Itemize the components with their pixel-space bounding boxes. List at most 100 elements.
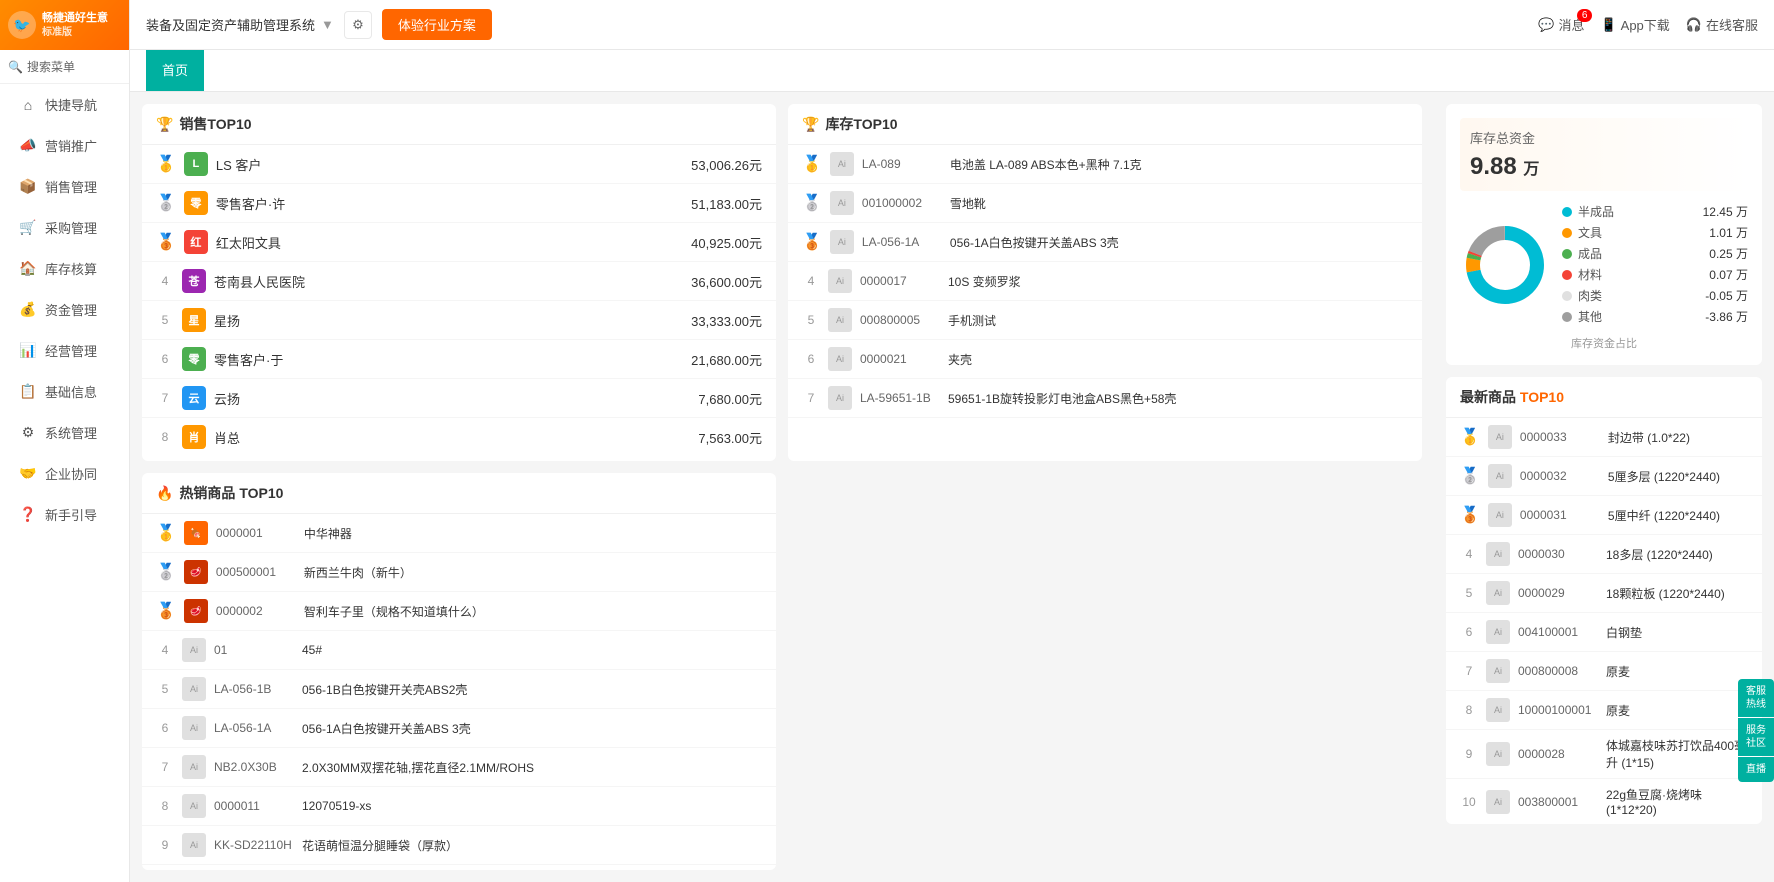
donut-section: 半成品 12.45 万 文具 1.01 万 成品 0.25 万 bbox=[1460, 203, 1748, 329]
product-thumb: Ai bbox=[1486, 581, 1510, 605]
rank-medal: 🥇 bbox=[156, 523, 176, 543]
product-thumb: Ai bbox=[1486, 790, 1510, 814]
nav-purchase-icon: 🛒 bbox=[19, 219, 37, 236]
sidebar-item-coop[interactable]: 🤝 企业协同 bbox=[0, 453, 129, 494]
sidebar-item-marketing[interactable]: 📣 营销推广 bbox=[0, 125, 129, 166]
dropdown-arrow[interactable]: ▼ bbox=[321, 17, 334, 32]
online-service-button[interactable]: 🎧 在线客服 bbox=[1686, 15, 1758, 34]
sidebar-item-finance[interactable]: 💰 资金管理 bbox=[0, 289, 129, 330]
product-thumb: Ai bbox=[828, 269, 852, 293]
customer-avatar: 肖 bbox=[182, 425, 206, 449]
rank-medal: 🥉 bbox=[1460, 505, 1480, 525]
sidebar-item-purchase[interactable]: 🛒 采购管理 bbox=[0, 207, 129, 248]
nav-operation-icon: 📊 bbox=[19, 342, 37, 359]
settings-button[interactable]: ⚙ bbox=[344, 11, 372, 39]
list-item: 7 Ai LA-59651-1B 59651-1B旋转投影灯电池盒ABS黑色+5… bbox=[788, 379, 1422, 418]
sidebar-item-sales[interactable]: 📦 销售管理 bbox=[0, 166, 129, 207]
legend-dot bbox=[1562, 312, 1572, 322]
rank-medal: 🥇 bbox=[1460, 427, 1480, 447]
top-customers-panel: 🏆 销售TOP10 🥇 L LS 客户 53,006.26元 🥈 零 零售客户·… bbox=[142, 104, 776, 461]
rank-medal: 🥇 bbox=[802, 154, 822, 174]
product-thumb: Ai bbox=[1486, 542, 1510, 566]
trial-button[interactable]: 体验行业方案 bbox=[382, 9, 492, 40]
rank-medal: 🥈 bbox=[156, 562, 176, 582]
list-item: 7 Ai NB2.0X30B 2.0X30MM双摆花轴,摆花直径2.1MM/RO… bbox=[142, 748, 776, 787]
list-item: 🥉 Ai 0000031 5厘中纤 (1220*2440) bbox=[1446, 496, 1762, 535]
sidebar-item-quick[interactable]: ⌂ 快捷导航 bbox=[0, 84, 129, 125]
list-item: 8 Ai 10000100001 原麦 bbox=[1446, 691, 1762, 730]
list-item: 10 Ai 003800001 22g鱼豆腐·烧烤味 (1*12*20) bbox=[1446, 779, 1762, 824]
donut-chart bbox=[1460, 220, 1550, 313]
legend-item: 文具 1.01 万 bbox=[1562, 224, 1748, 241]
float-community-button[interactable]: 服务社区 bbox=[1738, 718, 1774, 756]
list-item: 4 苍 苍南县人民医院 36,600.00元 bbox=[142, 262, 776, 301]
logo-icon: 🐦 bbox=[8, 11, 36, 39]
message-button[interactable]: 💬 消息 6 bbox=[1538, 15, 1584, 34]
product-thumb: Ai bbox=[182, 716, 206, 740]
list-item: 6 Ai 0000021 夹壳 bbox=[788, 340, 1422, 379]
app-download-button[interactable]: 📱 App下载 bbox=[1600, 15, 1669, 34]
sidebar-item-operation[interactable]: 📊 经营管理 bbox=[0, 330, 129, 371]
product-thumb: Ai bbox=[828, 308, 852, 332]
product-thumb: 🥩 bbox=[184, 560, 208, 584]
product-thumb: Ai bbox=[830, 152, 854, 176]
nav-guide-icon: ❓ bbox=[19, 506, 37, 523]
product-thumb: Ai bbox=[830, 230, 854, 254]
nav-inventory-icon: 🏠 bbox=[19, 260, 37, 277]
sidebar: 🐦 畅捷通好生意 标准版 🔍 搜索菜单 ⌂ 快捷导航 📣 营销推广 📦 销售管理… bbox=[0, 0, 130, 882]
legend-item: 成品 0.25 万 bbox=[1562, 245, 1748, 262]
list-item: 6 Ai 004100001 白钢垫 bbox=[1446, 613, 1762, 652]
stock-top-header: 🏆 库存TOP10 bbox=[788, 104, 1422, 145]
list-item: 8 肖 肖总 7,563.00元 bbox=[142, 418, 776, 456]
product-thumb: 🥩 bbox=[184, 599, 208, 623]
list-item: 🥉 红 红太阳文具 40,925.00元 bbox=[142, 223, 776, 262]
top-customers-header: 🏆 销售TOP10 bbox=[142, 104, 776, 145]
rank-medal-1: 🥇 bbox=[156, 154, 176, 174]
sidebar-item-inventory[interactable]: 🏠 库存核算 bbox=[0, 248, 129, 289]
header-right: 💬 消息 6 📱 App下载 🎧 在线客服 bbox=[1538, 15, 1758, 34]
rank-medal-2: 🥈 bbox=[156, 193, 176, 213]
list-item: 4 Ai 01 45# bbox=[142, 631, 776, 670]
product-thumb: Ai bbox=[1486, 698, 1510, 722]
list-item: 🥈 🥩 000500001 新西兰牛肉（新牛） bbox=[142, 553, 776, 592]
legend-dot bbox=[1562, 228, 1572, 238]
customer-avatar: 零 bbox=[184, 191, 208, 215]
nav-system-icon: ⚙ bbox=[19, 424, 37, 441]
sidebar-nav: ⌂ 快捷导航 📣 营销推广 📦 销售管理 🛒 采购管理 🏠 库存核算 💰 资金管… bbox=[0, 84, 129, 882]
nav-marketing-icon: 📣 bbox=[19, 137, 37, 154]
dashboard: 🏆 销售TOP10 🥇 L LS 客户 53,006.26元 🥈 零 零售客户·… bbox=[130, 92, 1434, 882]
sidebar-item-system[interactable]: ⚙ 系统管理 bbox=[0, 412, 129, 453]
product-thumb: 🍖 bbox=[184, 521, 208, 545]
product-thumb: Ai bbox=[828, 347, 852, 371]
product-thumb: Ai bbox=[1486, 659, 1510, 683]
nav-finance-icon: 💰 bbox=[19, 301, 37, 318]
float-hotline-button[interactable]: 客服热线 bbox=[1738, 679, 1774, 717]
list-item: 🥇 🍖 0000001 中华神器 bbox=[142, 514, 776, 553]
sidebar-item-basic[interactable]: 📋 基础信息 bbox=[0, 371, 129, 412]
list-item: 6 Ai LA-056-1A 056-1A白色按键开关盖ABS 3壳 bbox=[142, 709, 776, 748]
nav-basic-icon: 📋 bbox=[19, 383, 37, 400]
message-icon: 💬 bbox=[1538, 17, 1554, 33]
rank-medal-3: 🥉 bbox=[156, 232, 176, 252]
legend-dot bbox=[1562, 207, 1572, 217]
legend-dot bbox=[1562, 291, 1572, 301]
tab-home[interactable]: 首页 bbox=[146, 50, 204, 91]
float-live-button[interactable]: 直播 bbox=[1738, 757, 1774, 782]
rank-medal: 🥈 bbox=[1460, 466, 1480, 486]
list-item: 🥇 L LS 客户 53,006.26元 bbox=[142, 145, 776, 184]
product-thumb: Ai bbox=[1488, 503, 1512, 527]
product-thumb: Ai bbox=[182, 794, 206, 818]
product-thumb: Ai bbox=[1488, 464, 1512, 488]
sidebar-item-guide[interactable]: ❓ 新手引导 bbox=[0, 494, 129, 535]
content-area: 🏆 销售TOP10 🥇 L LS 客户 53,006.26元 🥈 零 零售客户·… bbox=[130, 92, 1774, 882]
list-item: 9 Ai KK-SD22110H 花语萌恒温分腿睡袋（厚款） bbox=[142, 826, 776, 865]
product-thumb: Ai bbox=[828, 386, 852, 410]
customer-avatar: 苍 bbox=[182, 269, 206, 293]
list-item: 🥇 Ai LA-089 电池盖 LA-089 ABS本色+黑种 7.1克 bbox=[788, 145, 1422, 184]
customer-avatar: L bbox=[184, 152, 208, 176]
float-service-buttons: 客服热线 服务社区 直播 bbox=[1738, 679, 1774, 782]
newest-products-panel: 最新商品 TOP10 🥇 Ai 0000033 封边带 (1.0*22) 🥈 A… bbox=[1446, 377, 1762, 824]
product-thumb: Ai bbox=[1486, 742, 1510, 766]
sidebar-search[interactable]: 🔍 搜索菜单 bbox=[0, 50, 129, 84]
newest-products-header: 最新商品 TOP10 bbox=[1446, 377, 1762, 418]
